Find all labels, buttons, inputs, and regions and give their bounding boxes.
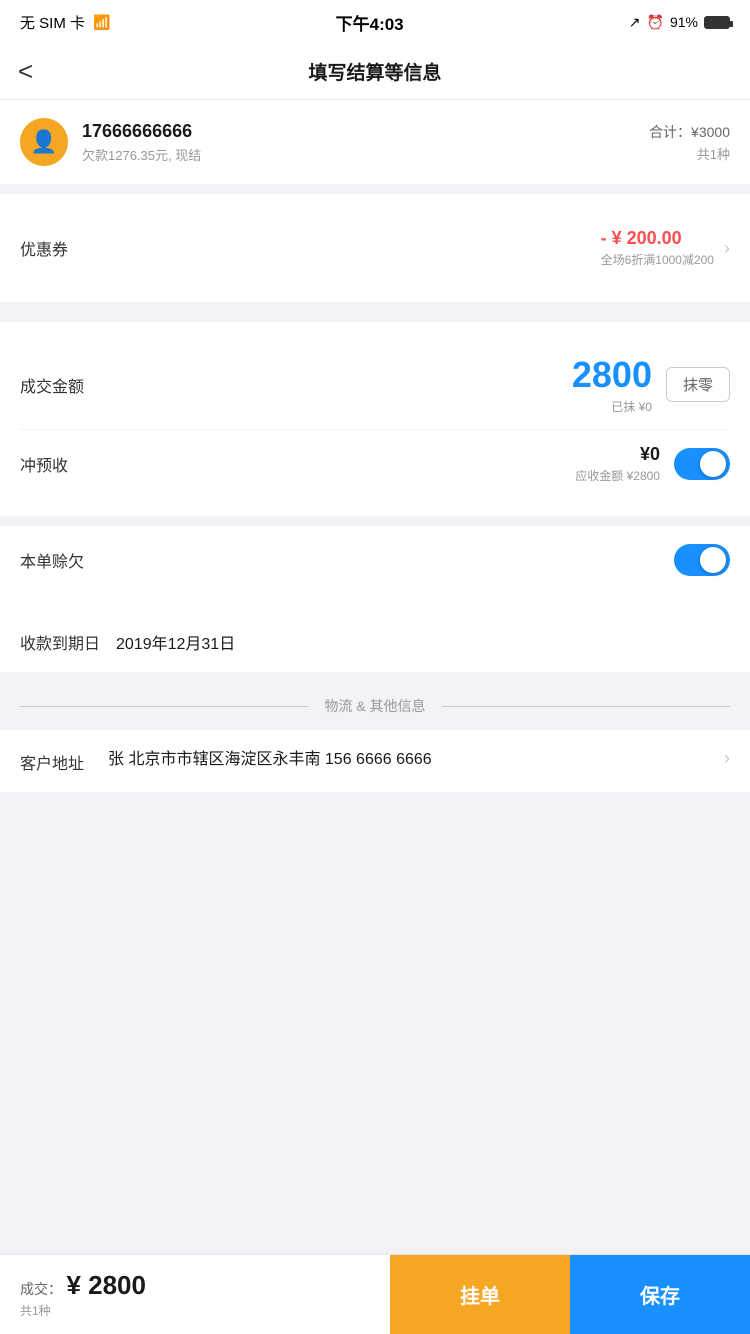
deal-sub: 已抹 ¥0 xyxy=(572,398,652,415)
due-label: 收款到期日 xyxy=(20,630,100,654)
customer-phone: 17666666666 xyxy=(82,121,201,142)
prepay-sub: 应收金额 ¥2800 xyxy=(575,467,660,484)
deal-label: 成交金额 xyxy=(20,373,84,397)
bottom-deal-label-row: 成交： ¥ 2800 xyxy=(20,1270,370,1301)
customer-card: 👤 17666666666 欠款1276.35元, 现结 合计：¥3000 共1… xyxy=(0,100,750,184)
deal-right: 2800 已抹 ¥0 抹零 xyxy=(572,354,730,415)
due-row: 收款到期日 2019年12月31日 xyxy=(20,630,730,654)
divider-line-left xyxy=(20,706,308,707)
page-title: 填写结算等信息 xyxy=(308,58,441,85)
coupon-desc: 全场6折满1000减200 xyxy=(601,251,714,268)
total-count: 共1种 xyxy=(649,144,730,163)
customer-debt: 欠款1276.35元, 现结 xyxy=(82,145,201,164)
carrier-text: 无 SIM 卡 xyxy=(20,12,85,33)
bottom-deal-count: 共1种 xyxy=(20,1302,370,1319)
status-left: 无 SIM 卡 📶 xyxy=(20,12,110,33)
prepay-right: ¥0 应收金额 ¥2800 xyxy=(575,444,730,484)
status-right: ↗ ⏰ 91% xyxy=(629,14,730,31)
bottom-deal-label: 成交： xyxy=(20,1281,62,1297)
round-off-button[interactable]: 抹零 xyxy=(666,367,730,402)
credit-toggle[interactable] xyxy=(674,544,730,576)
address-section: 客户地址 张 北京市市辖区海淀区永丰南 156 6666 6666 › xyxy=(0,730,750,792)
pending-button[interactable]: 挂单 xyxy=(390,1255,570,1334)
coupon-row[interactable]: 优惠券 - ¥ 200.00 全场6折满1000减200 › xyxy=(20,212,730,284)
customer-right: 合计：¥3000 共1种 xyxy=(649,122,730,163)
logistics-divider-text: 物流 & 其他信息 xyxy=(324,696,425,716)
total-label: 合计：¥3000 xyxy=(649,122,730,142)
address-value: 张 北京市市辖区海淀区永丰南 156 6666 6666 xyxy=(108,748,724,772)
prepay-amount: ¥0 xyxy=(575,444,660,465)
address-chevron-icon: › xyxy=(724,748,730,769)
prepay-label: 冲预收 xyxy=(20,452,68,476)
address-row[interactable]: 客户地址 张 北京市市辖区海淀区永丰南 156 6666 6666 › xyxy=(20,748,730,774)
prepay-section: 冲预收 ¥0 应收金额 ¥2800 xyxy=(0,429,750,516)
address-label: 客户地址 xyxy=(20,748,84,774)
prepay-row: 冲预收 ¥0 应收金额 ¥2800 xyxy=(20,429,730,498)
coupon-right: - ¥ 200.00 全场6折满1000减200 › xyxy=(601,228,730,268)
back-button[interactable]: < xyxy=(18,56,33,87)
divider-line-right xyxy=(442,706,730,707)
section-divider-1 xyxy=(0,312,750,322)
customer-row: 👤 17666666666 欠款1276.35元, 现结 合计：¥3000 共1… xyxy=(20,118,730,166)
coupon-amount: - ¥ 200.00 xyxy=(601,228,714,249)
prepay-toggle[interactable] xyxy=(674,448,730,480)
wifi-icon: 📶 xyxy=(93,14,110,31)
credit-section: 本单赊欠 xyxy=(0,526,750,612)
coupon-label: 优惠券 xyxy=(20,236,68,260)
deal-row: 成交金额 2800 已抹 ¥0 抹零 xyxy=(20,340,730,429)
save-button[interactable]: 保存 xyxy=(570,1255,750,1334)
nav-bar: < 填写结算等信息 xyxy=(0,44,750,100)
customer-left: 👤 17666666666 欠款1276.35元, 现结 xyxy=(20,118,201,166)
prepay-amount-block: ¥0 应收金额 ¥2800 xyxy=(575,444,660,484)
due-date-value: 2019年12月31日 xyxy=(116,630,235,654)
due-date-section: 收款到期日 2019年12月31日 xyxy=(0,612,750,672)
time-display: 下午4:03 xyxy=(336,10,404,35)
empty-space xyxy=(0,802,750,922)
bottom-left: 成交： ¥ 2800 共1种 xyxy=(0,1270,390,1319)
bottom-bar: 成交： ¥ 2800 共1种 挂单 保存 xyxy=(0,1254,750,1334)
logistics-divider: 物流 & 其他信息 xyxy=(0,682,750,730)
chevron-right-icon: › xyxy=(724,238,730,259)
avatar: 👤 xyxy=(20,118,68,166)
alarm-icon: ⏰ xyxy=(647,14,664,31)
credit-row: 本单赊欠 xyxy=(20,526,730,594)
bottom-deal-amount: ¥ 2800 xyxy=(66,1270,146,1300)
status-bar: 无 SIM 卡 📶 下午4:03 ↗ ⏰ 91% xyxy=(0,0,750,44)
coupon-card: 优惠券 - ¥ 200.00 全场6折满1000减200 › xyxy=(0,194,750,302)
battery-icon xyxy=(704,16,730,29)
location-icon: ↗ xyxy=(629,14,641,31)
deal-amount: 2800 xyxy=(572,354,652,396)
credit-label: 本单赊欠 xyxy=(20,548,84,572)
customer-info: 17666666666 欠款1276.35元, 现结 xyxy=(82,121,201,164)
section-divider-2 xyxy=(0,516,750,526)
battery-percent: 91% xyxy=(670,14,698,30)
deal-section: 成交金额 2800 已抹 ¥0 抹零 xyxy=(0,322,750,429)
